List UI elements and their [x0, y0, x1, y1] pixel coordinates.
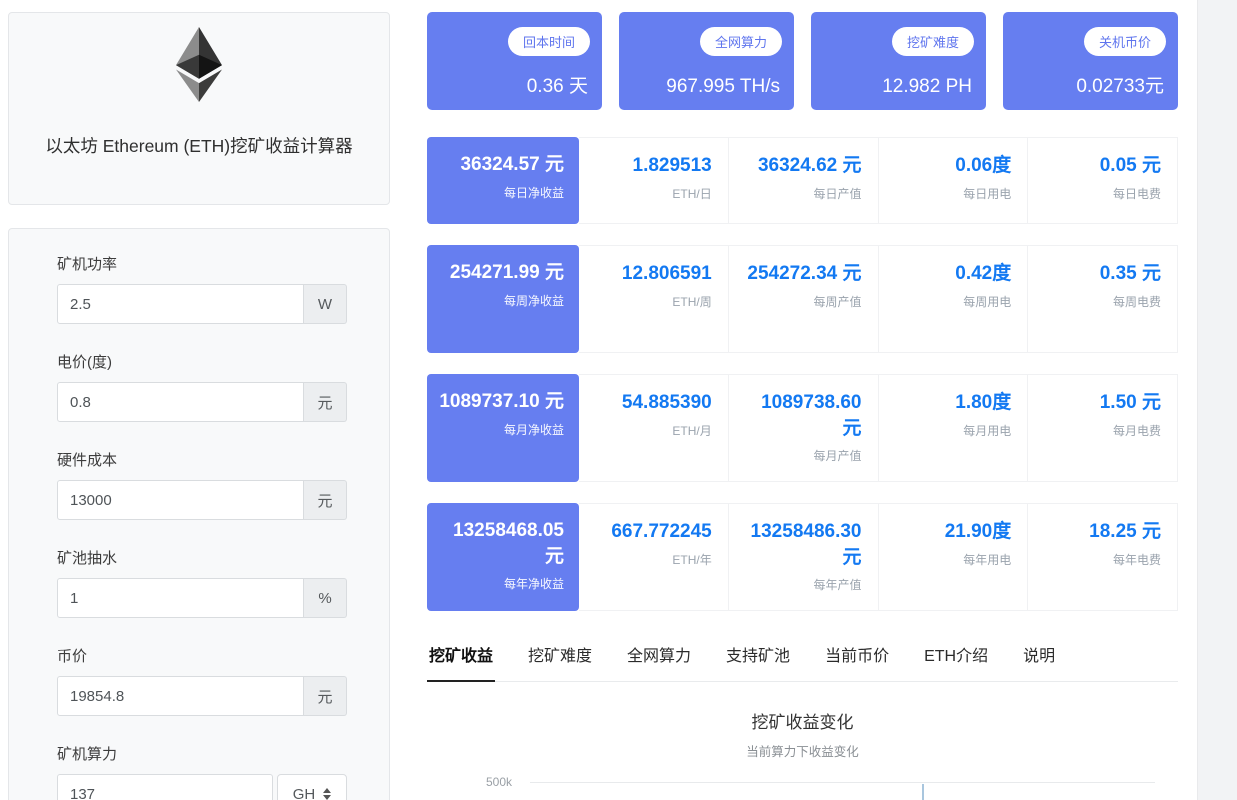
mining-difficulty-value: 12.982 PH: [882, 76, 972, 98]
network-hashrate-value: 967.995 TH/s: [666, 76, 780, 98]
form-group-hashrate: 矿机算力 GH: [57, 743, 347, 800]
form-group-electricity-price: 电价(度) 元: [57, 351, 347, 422]
daily-net-income-label: 每日净收益: [504, 184, 564, 201]
monthly-output-cell: 1089738.60 元 每月产值: [728, 375, 878, 481]
yearly-output-cell: 13258486.30 元 每年产值: [728, 504, 878, 610]
weekly-net-income-label: 每周净收益: [504, 292, 564, 309]
hashrate-unit-select[interactable]: GH: [277, 774, 347, 800]
chart-cursor-line: [922, 784, 924, 800]
monthly-net-income-value: 1089737.10 元: [439, 389, 564, 415]
hashrate-label: 矿机算力: [57, 743, 347, 764]
summary-cards-row: 回本时间 0.36 天 全网算力 967.995 TH/s 挖矿难度 12.98…: [427, 12, 1178, 110]
electricity-price-unit-addon: 元: [304, 382, 347, 422]
coin-price-unit-addon: 元: [304, 676, 347, 716]
tab-eth-intro[interactable]: ETH介绍: [922, 642, 990, 682]
pool-fee-input[interactable]: [57, 578, 304, 618]
page-title: 以太坊 Ethereum (ETH)挖矿收益计算器: [9, 133, 389, 159]
page-background-strip: [1197, 0, 1237, 800]
shutdown-price-value: 0.02733元: [1076, 71, 1164, 98]
shutdown-price-badge: 关机币价: [1084, 27, 1166, 56]
chart-header: 挖矿收益变化 当前算力下收益变化: [427, 708, 1178, 760]
daily-stats-row: 36324.57 元 每日净收益 1.829513 ETH/日 36324.62…: [427, 137, 1178, 224]
tab-notes[interactable]: 说明: [1021, 642, 1057, 682]
yearly-stats-row: 13258468.05 元 每年净收益 667.772245 ETH/年 132…: [427, 503, 1178, 611]
power-input[interactable]: [57, 284, 304, 324]
income-stats: 36324.57 元 每日净收益 1.829513 ETH/日 36324.62…: [427, 137, 1178, 611]
payback-time-card: 回本时间 0.36 天: [427, 12, 602, 110]
yearly-net-income-label: 每年净收益: [504, 575, 564, 592]
payback-time-badge: 回本时间: [508, 27, 590, 56]
monthly-net-income-label: 每月净收益: [504, 421, 564, 438]
yearly-power-use-cell: 21.90度 每年用电: [878, 504, 1028, 610]
weekly-eth-cell: 12.806591 ETH/周: [579, 246, 728, 352]
network-hashrate-badge: 全网算力: [700, 27, 782, 56]
shutdown-price-card: 关机币价 0.02733元: [1003, 12, 1178, 110]
electricity-price-input[interactable]: [57, 382, 304, 422]
weekly-net-income-value: 254271.99 元: [450, 260, 564, 286]
yearly-eth-cell: 667.772245 ETH/年: [579, 504, 728, 610]
hardware-cost-input[interactable]: [57, 480, 304, 520]
form-group-power: 矿机功率 W: [57, 253, 347, 324]
tab-current-price[interactable]: 当前币价: [823, 642, 891, 682]
tab-network-hashrate[interactable]: 全网算力: [625, 642, 693, 682]
weekly-power-use-cell: 0.42度 每周用电: [878, 246, 1028, 352]
content-tabs: 挖矿收益 挖矿难度 全网算力 支持矿池 当前币价 ETH介绍 说明: [427, 642, 1178, 682]
form-group-coin-price: 币价 元: [57, 645, 347, 716]
chart-title: 挖矿收益变化: [427, 708, 1178, 733]
y-axis-tick: 500k: [427, 775, 512, 789]
sidebar: 以太坊 Ethereum (ETH)挖矿收益计算器 矿机功率 W 电价(度) 元…: [8, 12, 390, 800]
monthly-net-income-cell: 1089737.10 元 每月净收益: [427, 374, 579, 482]
tab-mining-income[interactable]: 挖矿收益: [427, 642, 495, 682]
pool-fee-label: 矿池抽水: [57, 547, 347, 568]
network-hashrate-card: 全网算力 967.995 TH/s: [619, 12, 794, 110]
weekly-stats-row: 254271.99 元 每周净收益 12.806591 ETH/周 254272…: [427, 245, 1178, 353]
payback-time-value: 0.36 天: [527, 71, 588, 98]
calculator-form: 矿机功率 W 电价(度) 元 硬件成本 元: [8, 228, 390, 800]
weekly-output-cell: 254272.34 元 每周产值: [728, 246, 878, 352]
power-unit-addon: W: [304, 284, 347, 324]
hashrate-input[interactable]: [57, 774, 273, 800]
daily-power-use-cell: 0.06度 每日用电: [878, 138, 1028, 223]
chart-axis-row: 500k: [427, 775, 1178, 789]
mining-difficulty-card: 挖矿难度 12.982 PH: [811, 12, 986, 110]
weekly-net-income-cell: 254271.99 元 每周净收益: [427, 245, 579, 353]
gridline: [530, 782, 1155, 783]
daily-net-income-value: 36324.57 元: [460, 152, 564, 178]
pool-fee-unit-addon: %: [304, 578, 347, 618]
weekly-electricity-cost-cell: 0.35 元 每周电费: [1027, 246, 1177, 352]
power-label: 矿机功率: [57, 253, 347, 274]
daily-eth-cell: 1.829513 ETH/日: [579, 138, 728, 223]
page: 以太坊 Ethereum (ETH)挖矿收益计算器 矿机功率 W 电价(度) 元…: [0, 0, 1237, 800]
hardware-cost-unit-addon: 元: [304, 480, 347, 520]
main-content: 回本时间 0.36 天 全网算力 967.995 TH/s 挖矿难度 12.98…: [427, 12, 1178, 789]
logo-panel: 以太坊 Ethereum (ETH)挖矿收益计算器: [8, 12, 390, 205]
yearly-net-income-cell: 13258468.05 元 每年净收益: [427, 503, 579, 611]
tab-mining-difficulty[interactable]: 挖矿难度: [526, 642, 594, 682]
electricity-price-label: 电价(度): [57, 351, 347, 372]
hashrate-unit-value: GH: [293, 786, 316, 800]
ethereum-logo: [176, 27, 222, 102]
coin-price-label: 币价: [57, 645, 347, 666]
daily-electricity-cost-cell: 0.05 元 每日电费: [1027, 138, 1177, 223]
monthly-stats-row: 1089737.10 元 每月净收益 54.885390 ETH/月 10897…: [427, 374, 1178, 482]
monthly-eth-cell: 54.885390 ETH/月: [579, 375, 728, 481]
daily-net-income-cell: 36324.57 元 每日净收益: [427, 137, 579, 224]
daily-output-cell: 36324.62 元 每日产值: [728, 138, 878, 223]
monthly-electricity-cost-cell: 1.50 元 每月电费: [1027, 375, 1177, 481]
form-group-hardware-cost: 硬件成本 元: [57, 449, 347, 520]
hardware-cost-label: 硬件成本: [57, 449, 347, 470]
yearly-electricity-cost-cell: 18.25 元 每年电费: [1027, 504, 1177, 610]
mining-difficulty-badge: 挖矿难度: [892, 27, 974, 56]
yearly-net-income-value: 13258468.05 元: [439, 518, 564, 569]
select-caret-icon: [323, 788, 331, 800]
monthly-power-use-cell: 1.80度 每月用电: [878, 375, 1028, 481]
form-group-pool-fee: 矿池抽水 %: [57, 547, 347, 618]
tab-supported-pools[interactable]: 支持矿池: [724, 642, 792, 682]
coin-price-input[interactable]: [57, 676, 304, 716]
chart-subtitle: 当前算力下收益变化: [427, 741, 1178, 760]
